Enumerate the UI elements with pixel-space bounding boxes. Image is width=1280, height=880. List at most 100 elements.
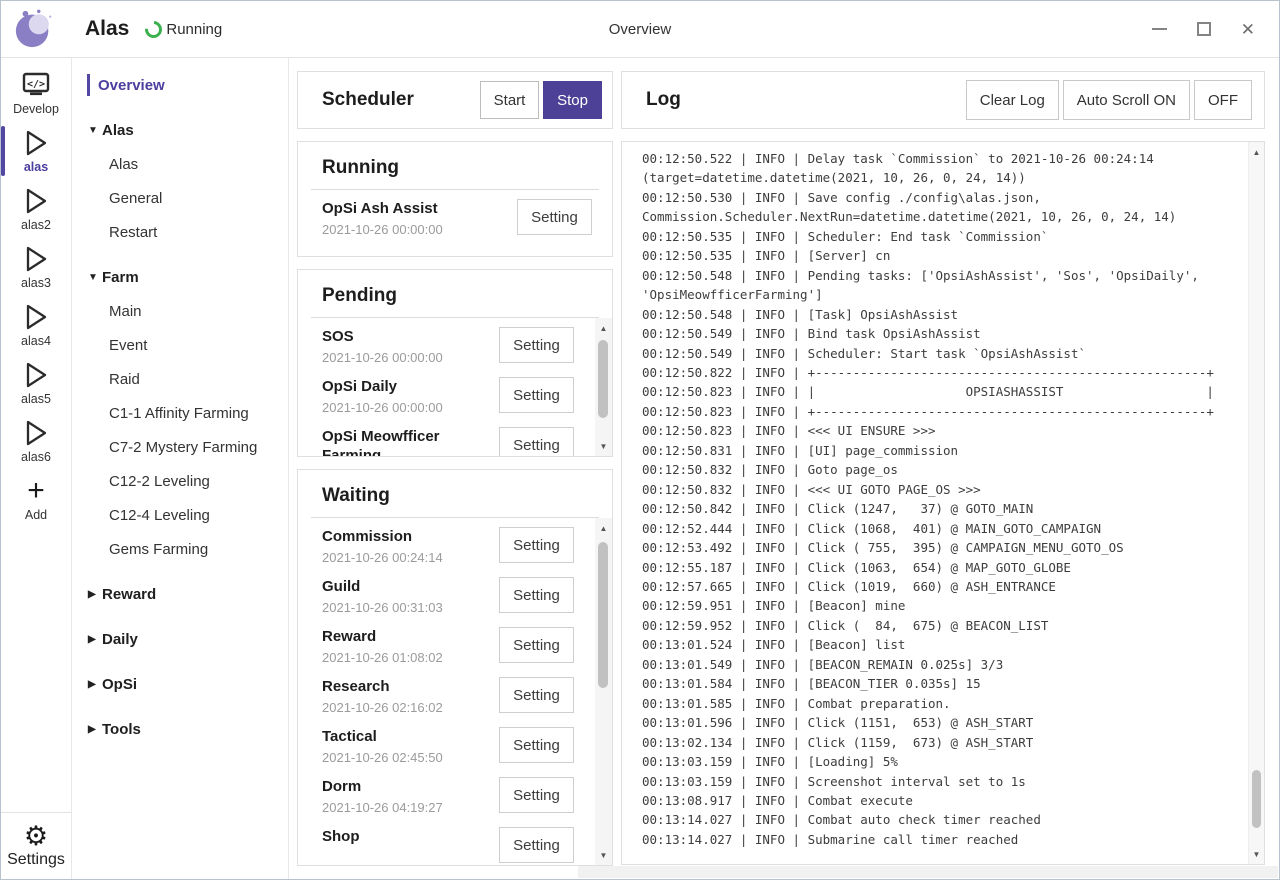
alas-app-window: { "window": { "app_name": "Alas", "statu… [0, 0, 1280, 880]
menu-item-label: General [109, 190, 162, 207]
task-name: SOS [322, 327, 498, 346]
menu-item[interactable]: ▶ OpSi [72, 667, 288, 701]
scrollbar-thumb[interactable] [598, 340, 608, 418]
task-setting-button[interactable]: Setting [499, 677, 574, 713]
menu-item[interactable]: Restart [72, 215, 288, 249]
task-name: OpSi Meowfficer Farming [322, 427, 498, 456]
task-setting-button[interactable]: Setting [499, 577, 574, 613]
rail-instance-item[interactable]: alas6 [1, 414, 71, 470]
menu-item[interactable]: Overview [72, 68, 288, 102]
scroll-down-icon[interactable]: ▼ [1249, 846, 1264, 862]
task-name: Dorm [322, 777, 498, 796]
task-row: OpSi Ash Assist 2021-10-26 00:00:00 Sett… [322, 193, 612, 243]
rail-instance-item[interactable]: alas4 [1, 298, 71, 354]
menu-item[interactable]: ▼ Alas [72, 113, 288, 147]
rail-instance-label: alas4 [21, 334, 51, 348]
start-button[interactable]: Start [480, 81, 539, 119]
task-setting-button[interactable]: Setting [499, 777, 574, 813]
task-next-run-time: 2021-10-26 04:19:27 [322, 800, 498, 815]
task-setting-button[interactable]: Setting [499, 727, 574, 763]
rail-instance-item[interactable]: alas3 [1, 240, 71, 296]
rail-instance-item[interactable]: alas2 [1, 182, 71, 238]
menu-item[interactable]: ▶ Daily [72, 622, 288, 656]
minimize-button[interactable] [1152, 28, 1167, 30]
waiting-scrollbar[interactable]: ▲ ▼ [595, 518, 612, 865]
scroll-up-icon[interactable]: ▲ [1249, 144, 1264, 160]
play-icon [22, 301, 50, 333]
code-monitor-icon: </> [21, 69, 51, 101]
task-next-run-time: 2021-10-26 00:31:03 [322, 600, 498, 615]
rail-instance-item[interactable]: </> Develop [1, 66, 71, 122]
task-row: Shop Setting [322, 821, 612, 865]
stop-button[interactable]: Stop [543, 81, 602, 119]
task-next-run-time: 2021-10-26 00:24:14 [322, 550, 498, 565]
scroll-up-icon[interactable]: ▲ [595, 320, 612, 336]
task-row: Tactical 2021-10-26 02:45:50 Setting [322, 721, 612, 771]
plus-icon: + [27, 475, 45, 507]
auto-scroll-on-button[interactable]: Auto Scroll ON [1063, 80, 1190, 120]
menu-item-label: Overview [98, 77, 165, 94]
scroll-up-icon[interactable]: ▲ [595, 520, 612, 536]
close-button[interactable]: ✕ [1241, 21, 1255, 38]
scrollbar-thumb[interactable] [1252, 770, 1261, 828]
menu-item[interactable]: General [72, 181, 288, 215]
menu-item-label: Farm [102, 269, 139, 286]
log-panel-header: Log Clear Log Auto Scroll ON OFF [621, 71, 1265, 129]
task-setting-button[interactable]: Setting [499, 377, 574, 413]
menu-item[interactable]: Main [72, 294, 288, 328]
alas-logo-icon [13, 8, 55, 50]
task-setting-button[interactable]: Setting [499, 827, 574, 863]
pending-panel-title: Pending [311, 270, 599, 318]
menu-item-label: C12-4 Leveling [109, 507, 210, 524]
menu-item-label: Main [109, 303, 142, 320]
menu-item[interactable]: ▼ Farm [72, 260, 288, 294]
rail-instance-label: alas [24, 160, 48, 174]
scroll-down-icon[interactable]: ▼ [595, 847, 612, 863]
menu-item-label: Tools [102, 721, 141, 738]
settings-button[interactable]: ⚙ Settings [1, 812, 71, 879]
log-output[interactable]: 00:12:50.522 | INFO | Delay task `Commis… [621, 141, 1265, 865]
task-row: Commission 2021-10-26 00:24:14 Setting [322, 521, 612, 571]
rail-instance-item[interactable]: alas5 [1, 356, 71, 412]
play-icon [22, 185, 50, 217]
log-text: 00:12:50.522 | INFO | Delay task `Commis… [622, 142, 1264, 849]
maximize-button[interactable] [1197, 22, 1211, 36]
log-scrollbar[interactable]: ▲ ▼ [1248, 142, 1264, 864]
horizontal-scrollbar[interactable] [578, 866, 1278, 878]
clear-log-button[interactable]: Clear Log [966, 80, 1059, 120]
menu-item[interactable]: Alas [72, 147, 288, 181]
menu-item[interactable]: ▶ Tools [72, 712, 288, 746]
pending-scrollbar[interactable]: ▲ ▼ [595, 318, 612, 456]
menu-item[interactable]: C1-1 Affinity Farming [72, 396, 288, 430]
task-setting-button[interactable]: Setting [499, 627, 574, 663]
running-status-label: Running [166, 21, 222, 38]
menu-item[interactable]: C12-2 Leveling [72, 464, 288, 498]
rail-instance-label: Develop [13, 102, 59, 116]
menu-item[interactable]: Gems Farming [72, 532, 288, 566]
settings-label: Settings [7, 851, 65, 869]
gear-icon: ⚙ [24, 821, 48, 851]
menu-item[interactable]: Raid [72, 362, 288, 396]
menu-item[interactable]: C12-4 Leveling [72, 498, 288, 532]
task-setting-button[interactable]: Setting [517, 199, 592, 235]
task-setting-button[interactable]: Setting [499, 327, 574, 363]
auto-scroll-off-button[interactable]: OFF [1194, 80, 1252, 120]
scheduler-title: Scheduler [322, 89, 414, 111]
menu-item[interactable]: ▶ Reward [72, 577, 288, 611]
task-setting-button[interactable]: Setting [499, 427, 574, 456]
scroll-down-icon[interactable]: ▼ [595, 438, 612, 454]
task-row: Reward 2021-10-26 01:08:02 Setting [322, 621, 612, 671]
rail-instance-item[interactable]: alas [1, 124, 71, 180]
task-setting-button[interactable]: Setting [499, 527, 574, 563]
task-name: OpSi Ash Assist [322, 199, 498, 218]
task-row: Guild 2021-10-26 00:31:03 Setting [322, 571, 612, 621]
task-next-run-time: 2021-10-26 02:45:50 [322, 750, 498, 765]
running-panel-title: Running [311, 142, 599, 190]
rail-instance-item[interactable]: + Add [1, 472, 71, 528]
menu-item-label: Gems Farming [109, 541, 208, 558]
menu-item[interactable]: Event [72, 328, 288, 362]
menu-item[interactable]: C7-2 Mystery Farming [72, 430, 288, 464]
menu-item-label: Reward [102, 586, 156, 603]
scrollbar-thumb[interactable] [598, 542, 608, 688]
tree-arrow-icon: ▶ [88, 589, 102, 600]
